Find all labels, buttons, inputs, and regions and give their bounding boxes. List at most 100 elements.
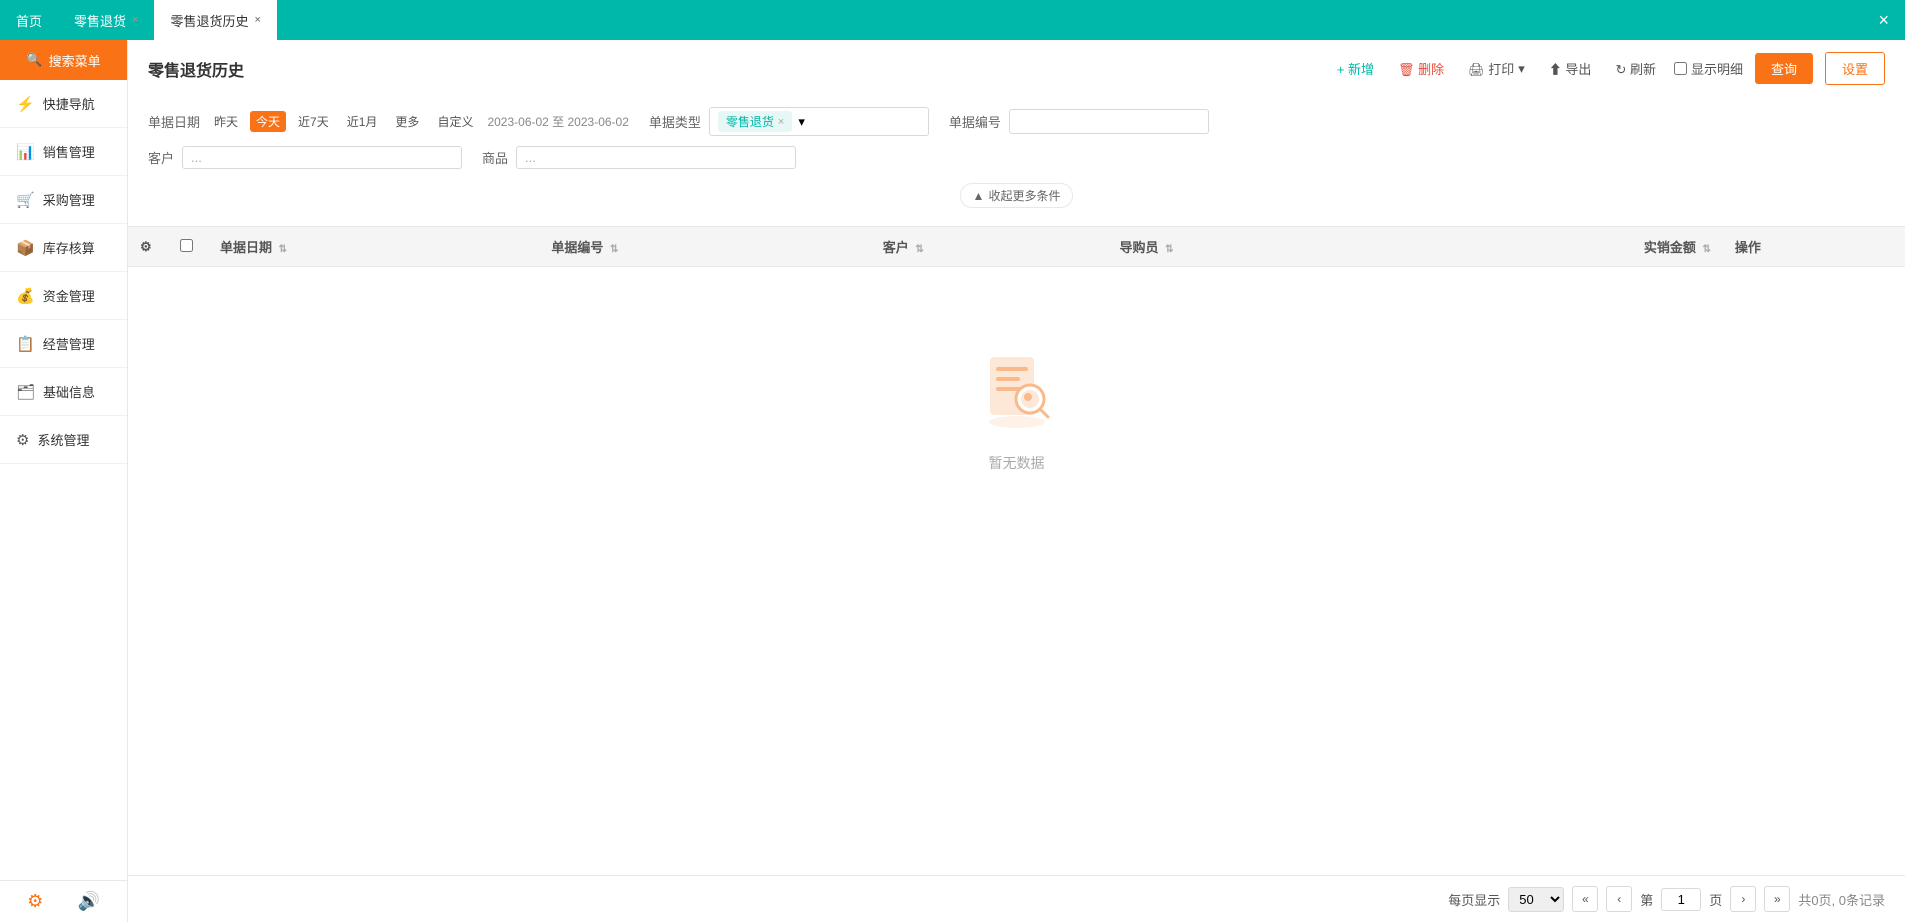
last-page-button[interactable]: » <box>1764 886 1790 912</box>
customer-ellipsis: ... <box>191 150 202 165</box>
show-detail-checkbox[interactable] <box>1674 62 1687 75</box>
date-range-display: 2023-06-02 至 2023-06-02 <box>487 113 628 130</box>
col-doc-date-label: 单据日期 <box>220 240 272 255</box>
tab-retail-return-history-close[interactable]: × <box>254 14 260 26</box>
page-suffix: 页 <box>1709 890 1722 909</box>
window-close-button[interactable]: × <box>1862 10 1905 31</box>
filter-doc-no: 单据编号 <box>949 109 1209 134</box>
tab-retail-return[interactable]: 零售退货 × <box>58 0 154 40</box>
date-btn-custom[interactable]: 自定义 <box>431 111 479 132</box>
col-amount[interactable]: 实销金额 ⇅ <box>1392 227 1723 267</box>
col-action: 操作 <box>1723 227 1905 267</box>
goods-ellipsis: ... <box>525 150 536 165</box>
next-page-button[interactable]: › <box>1730 886 1756 912</box>
sidebar-item-basic-info-label: 基础信息 <box>43 382 95 401</box>
prev-page-button[interactable]: ‹ <box>1606 886 1632 912</box>
settings-bottom-icon[interactable]: ⚙ <box>27 891 43 912</box>
date-btn-today[interactable]: 今天 <box>250 111 286 132</box>
sidebar-item-quicknav[interactable]: ⚡ 快捷导航 <box>0 80 127 128</box>
sidebar-item-sales-label: 销售管理 <box>43 142 95 161</box>
speaker-icon[interactable]: 🔊 <box>77 891 99 912</box>
sidebar-item-basic-info[interactable]: 🗂 基础信息 <box>0 368 127 416</box>
filter-customer: 客户 ... <box>148 146 462 169</box>
col-customer-sort: ⇅ <box>915 244 923 255</box>
main-layout: 🔍 搜索菜单 ⚡ 快捷导航 📊 销售管理 🛒 采购管理 📦 库存核算 💰 <box>0 40 1905 922</box>
filter-doc-type: 单据类型 零售退货 × ▾ <box>649 107 929 136</box>
col-doc-date-sort: ⇅ <box>279 244 287 255</box>
filter-row-1: 单据日期 昨天 今天 近7天 近1月 更多 自定义 2023-06-02 至 2… <box>148 107 1885 136</box>
col-checkbox <box>168 227 208 267</box>
date-btn-1month[interactable]: 近1月 <box>341 111 384 132</box>
sidebar-item-purchase[interactable]: 🛒 采购管理 <box>0 176 127 224</box>
page-label: 第 <box>1640 890 1653 909</box>
refresh-button-label: ↻ 刷新 <box>1615 59 1656 78</box>
col-doc-date[interactable]: 单据日期 ⇅ <box>208 227 539 267</box>
tab-retail-return-history[interactable]: 零售退货历史 × <box>154 0 276 40</box>
col-customer[interactable]: 客户 ⇅ <box>871 227 1108 267</box>
tab-retail-return-close[interactable]: × <box>132 14 138 26</box>
tab-retail-return-label: 零售退货 <box>74 11 126 30</box>
print-button[interactable]: 🖨 打印 ▾ <box>1462 55 1531 82</box>
col-amount-sort: ⇅ <box>1703 244 1711 255</box>
tab-home[interactable]: 首页 <box>0 0 58 40</box>
sidebar-item-system[interactable]: ⚙ 系统管理 <box>0 416 127 464</box>
sidebar-item-inventory[interactable]: 📦 库存核算 <box>0 224 127 272</box>
sidebar-item-operations[interactable]: 📋 经营管理 <box>0 320 127 368</box>
export-button[interactable]: ⬆ 导出 <box>1543 55 1598 82</box>
sidebar-search-label: 搜索菜单 <box>49 51 101 70</box>
date-btn-yesterday[interactable]: 昨天 <box>208 111 244 132</box>
query-button[interactable]: 查询 <box>1755 53 1813 84</box>
sidebar-item-finance[interactable]: 💰 资金管理 <box>0 272 127 320</box>
inventory-icon: 📦 <box>16 239 35 257</box>
empty-state: 暂无数据 <box>128 267 1905 513</box>
customer-select[interactable]: ... <box>182 146 462 169</box>
page-title: 零售退货历史 <box>148 57 244 81</box>
collapse-row: ▲ 收起更多条件 <box>148 179 1885 212</box>
date-btn-7days[interactable]: 近7天 <box>292 111 335 132</box>
goods-select[interactable]: ... <box>516 146 796 169</box>
doc-no-input[interactable] <box>1009 109 1209 134</box>
col-settings[interactable]: ⚙ <box>128 227 168 267</box>
sidebar-search[interactable]: 🔍 搜索菜单 <box>0 40 127 80</box>
export-button-label: ⬆ 导出 <box>1549 59 1592 78</box>
show-detail-checkbox-wrapper: 显示明细 <box>1674 59 1743 78</box>
first-page-button[interactable]: « <box>1572 886 1598 912</box>
empty-text: 暂无数据 <box>989 453 1045 473</box>
doc-type-select[interactable]: 零售退货 × ▾ <box>709 107 929 136</box>
collapse-button[interactable]: ▲ 收起更多条件 <box>960 183 1074 208</box>
page-input[interactable] <box>1661 888 1701 911</box>
doc-type-tag-close[interactable]: × <box>778 116 784 128</box>
sidebar-item-sales[interactable]: 📊 销售管理 <box>0 128 127 176</box>
filter-doc-date: 单据日期 昨天 今天 近7天 近1月 更多 自定义 2023-06-02 至 2… <box>148 111 629 132</box>
sidebar-item-inventory-label: 库存核算 <box>43 238 95 257</box>
date-options: 昨天 今天 近7天 近1月 更多 自定义 <box>208 111 479 132</box>
top-nav: 首页 零售退货 × 零售退货历史 × × <box>0 0 1905 40</box>
table-area: ⚙ 单据日期 ⇅ 单据编号 ⇅ 客户 <box>128 227 1905 875</box>
col-amount-label: 实销金额 <box>1644 240 1696 255</box>
new-button[interactable]: + 新增 <box>1331 55 1380 82</box>
sidebar-bottom: ⚙ 🔊 <box>0 880 127 922</box>
col-doc-no-sort: ⇅ <box>610 244 618 255</box>
col-guide[interactable]: 导购员 ⇅ <box>1107 227 1391 267</box>
finance-icon: 💰 <box>16 287 35 305</box>
sales-icon: 📊 <box>16 143 35 161</box>
doc-type-dropdown-icon: ▾ <box>798 114 805 130</box>
settings-button[interactable]: 设置 <box>1825 52 1885 85</box>
total-info: 共0页, 0条记录 <box>1798 890 1885 909</box>
doc-type-tag: 零售退货 × <box>718 111 792 132</box>
toolbar: + 新增 🗑 删除 🖨 打印 ▾ ⬆ 导出 ↻ 刷新 <box>1331 52 1885 85</box>
date-btn-more[interactable]: 更多 <box>389 111 425 132</box>
sidebar-item-purchase-label: 采购管理 <box>43 190 95 209</box>
refresh-button[interactable]: ↻ 刷新 <box>1609 55 1662 82</box>
pagination: 每页显示 20 50 100 « ‹ 第 页 › » 共0页, 0条记录 <box>128 875 1905 922</box>
per-page-select[interactable]: 20 50 100 <box>1508 887 1564 912</box>
search-icon: 🔍 <box>26 52 42 68</box>
delete-button[interactable]: 🗑 删除 <box>1392 55 1450 82</box>
select-all-checkbox[interactable] <box>180 239 193 252</box>
quicknav-icon: ⚡ <box>16 95 35 113</box>
data-table: ⚙ 单据日期 ⇅ 单据编号 ⇅ 客户 <box>128 227 1905 513</box>
col-doc-no[interactable]: 单据编号 ⇅ <box>539 227 870 267</box>
filter-goods: 商品 ... <box>482 146 796 169</box>
empty-row: 暂无数据 <box>128 267 1905 514</box>
goods-label: 商品 <box>482 148 508 167</box>
